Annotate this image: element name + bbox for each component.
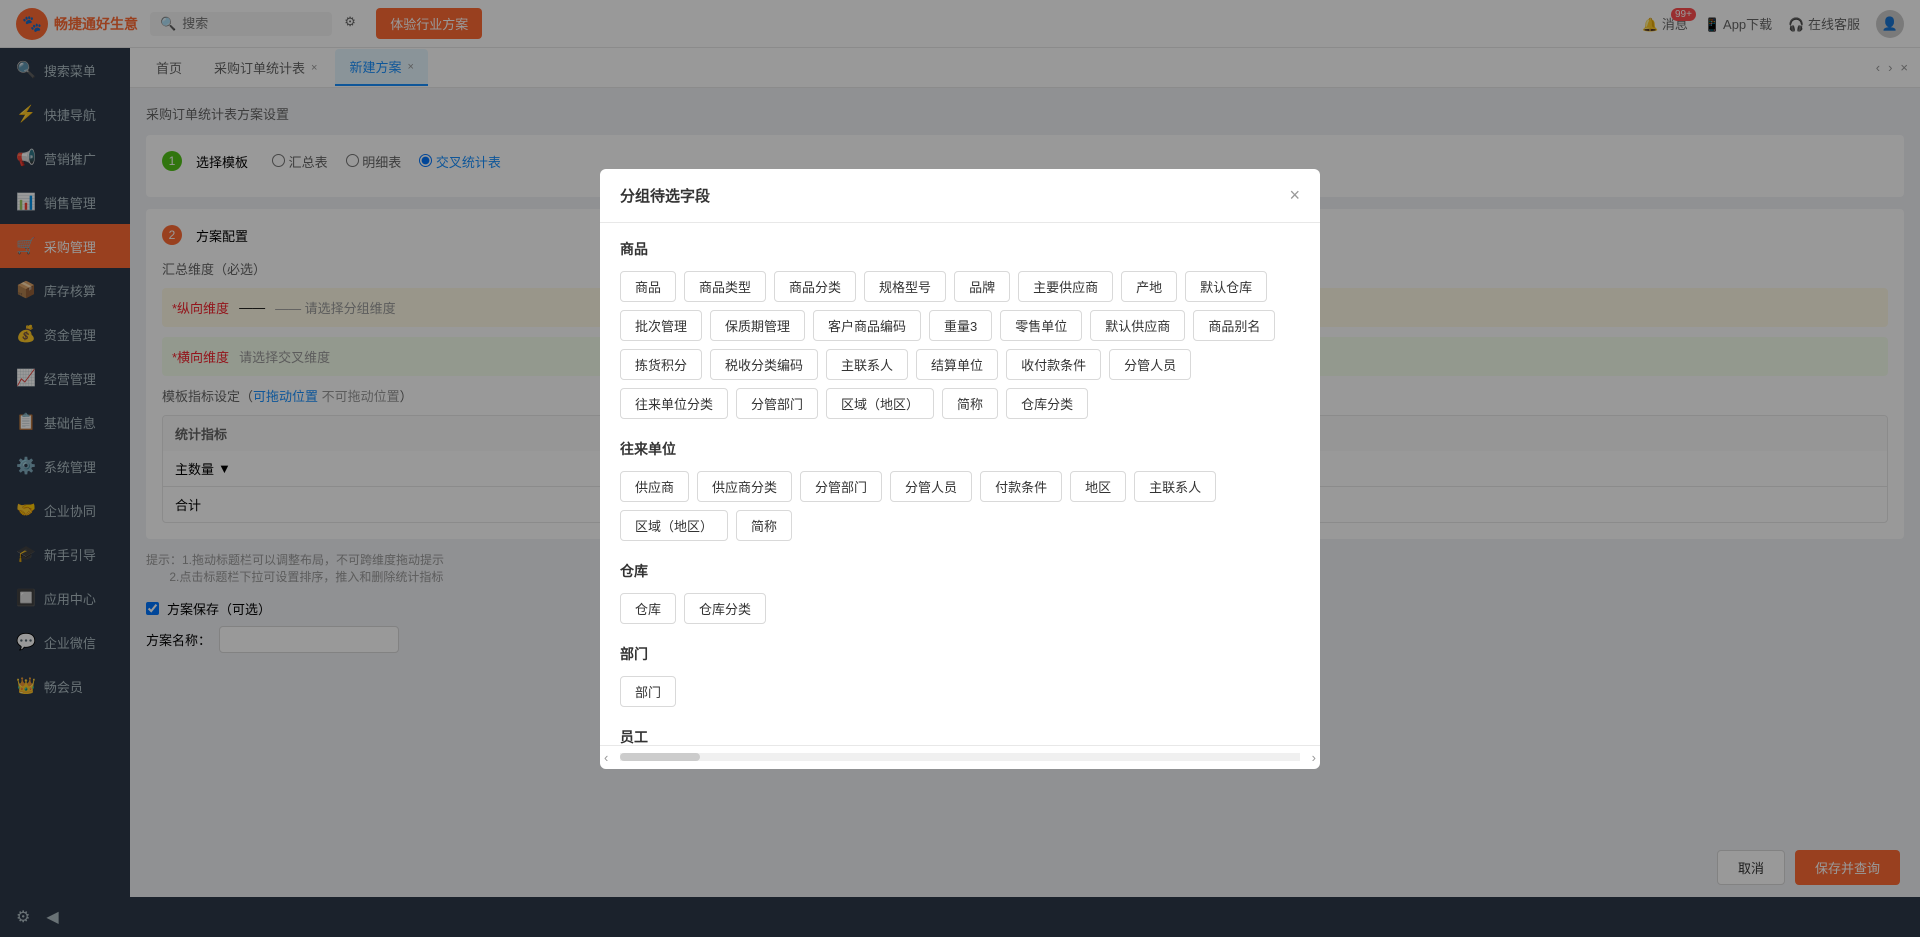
field-tag[interactable]: 客户商品编码 (813, 310, 921, 341)
scroll-left-icon[interactable]: ‹ (600, 750, 612, 765)
field-tag[interactable]: 重量3 (929, 310, 992, 341)
modal-title: 分组待选字段 (620, 185, 710, 206)
section-partner-title: 往来单位 (620, 439, 1300, 459)
field-tag[interactable]: 主要供应商 (1018, 271, 1113, 302)
section-goods-title: 商品 (620, 239, 1300, 259)
field-tag[interactable]: 区域（地区） (620, 510, 728, 541)
field-tag[interactable]: 结算单位 (916, 349, 998, 380)
section-goods: 商品 商品 商品类型 商品分类 规格型号 品牌 主要供应商 产地 默认仓库 批次… (620, 239, 1300, 419)
section-partner: 往来单位 供应商 供应商分类 分管部门 分管人员 付款条件 地区 主联系人 区域… (620, 439, 1300, 541)
field-tag[interactable]: 区域（地区） (826, 388, 934, 419)
field-tag[interactable]: 保质期管理 (710, 310, 805, 341)
field-tag[interactable]: 仓库分类 (684, 593, 766, 624)
field-tag[interactable]: 部门 (620, 676, 676, 707)
section-department-fields: 部门 (620, 676, 1300, 707)
field-tag[interactable]: 商品分类 (774, 271, 856, 302)
field-tag[interactable]: 主联系人 (826, 349, 908, 380)
scrollbar-thumb[interactable] (620, 753, 700, 761)
section-employee-title: 员工 (620, 727, 1300, 745)
modal-overlay: 分组待选字段 × 商品 商品 商品类型 商品分类 规格型号 品牌 主要供应商 产… (0, 0, 1920, 937)
field-tag[interactable]: 付款条件 (980, 471, 1062, 502)
field-tag[interactable]: 往来单位分类 (620, 388, 728, 419)
modal-close-button[interactable]: × (1289, 185, 1300, 206)
scrollbar-track[interactable] (620, 753, 1299, 761)
field-tag[interactable]: 分管人员 (1109, 349, 1191, 380)
modal-header: 分组待选字段 × (600, 169, 1320, 223)
section-warehouse: 仓库 仓库 仓库分类 (620, 561, 1300, 624)
field-tag[interactable]: 供应商分类 (697, 471, 792, 502)
field-tag[interactable]: 供应商 (620, 471, 689, 502)
field-tag[interactable]: 商品别名 (1193, 310, 1275, 341)
field-tag[interactable]: 地区 (1070, 471, 1126, 502)
section-goods-fields: 商品 商品类型 商品分类 规格型号 品牌 主要供应商 产地 默认仓库 批次管理 … (620, 271, 1300, 419)
field-tag[interactable]: 零售单位 (1000, 310, 1082, 341)
field-tag[interactable]: 分管部门 (736, 388, 818, 419)
modal-dialog: 分组待选字段 × 商品 商品 商品类型 商品分类 规格型号 品牌 主要供应商 产… (600, 169, 1320, 769)
field-tag[interactable]: 拣货积分 (620, 349, 702, 380)
scroll-right-icon[interactable]: › (1308, 750, 1320, 765)
section-warehouse-title: 仓库 (620, 561, 1300, 581)
field-tag[interactable]: 收付款条件 (1006, 349, 1101, 380)
field-tag[interactable]: 默认仓库 (1185, 271, 1267, 302)
modal-body: 商品 商品 商品类型 商品分类 规格型号 品牌 主要供应商 产地 默认仓库 批次… (600, 223, 1320, 745)
field-tag[interactable]: 商品 (620, 271, 676, 302)
field-tag[interactable]: 分管部门 (800, 471, 882, 502)
field-tag[interactable]: 简称 (942, 388, 998, 419)
section-warehouse-fields: 仓库 仓库分类 (620, 593, 1300, 624)
field-tag[interactable]: 分管人员 (890, 471, 972, 502)
section-employee: 员工 业务员 (620, 727, 1300, 745)
field-tag[interactable]: 税收分类编码 (710, 349, 818, 380)
field-tag[interactable]: 规格型号 (864, 271, 946, 302)
field-tag[interactable]: 仓库 (620, 593, 676, 624)
field-tag[interactable]: 主联系人 (1134, 471, 1216, 502)
field-tag[interactable]: 品牌 (954, 271, 1010, 302)
field-tag[interactable]: 默认供应商 (1090, 310, 1185, 341)
field-tag[interactable]: 批次管理 (620, 310, 702, 341)
field-tag[interactable]: 仓库分类 (1006, 388, 1088, 419)
section-department-title: 部门 (620, 644, 1300, 664)
field-tag[interactable]: 商品类型 (684, 271, 766, 302)
field-tag[interactable]: 简称 (736, 510, 792, 541)
modal-horizontal-scrollbar: ‹ › (600, 745, 1320, 769)
field-tag[interactable]: 产地 (1121, 271, 1177, 302)
section-department: 部门 部门 (620, 644, 1300, 707)
section-partner-fields: 供应商 供应商分类 分管部门 分管人员 付款条件 地区 主联系人 区域（地区） … (620, 471, 1300, 541)
